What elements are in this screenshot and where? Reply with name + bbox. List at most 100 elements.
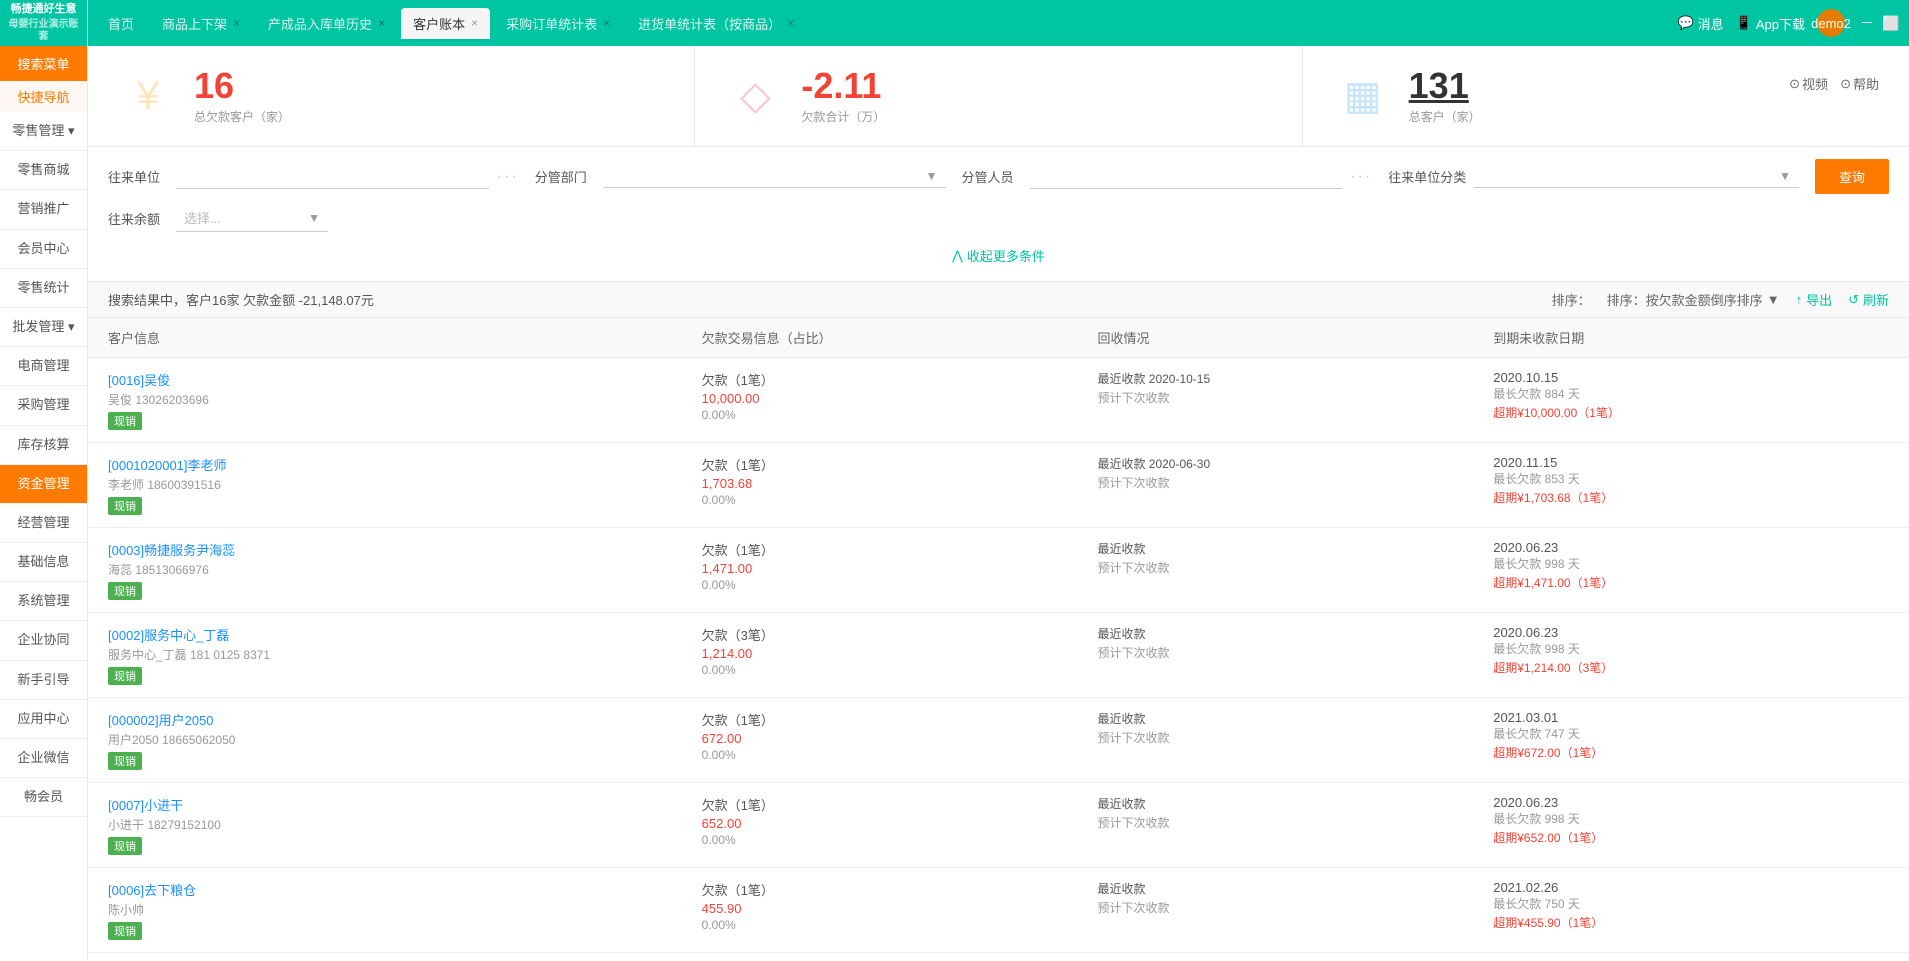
col-customer-info: 客户信息 <box>108 328 702 347</box>
overdue-amount[interactable]: 超期¥1,214.00（3笔） <box>1493 659 1889 676</box>
tab-product-offshelf[interactable]: 商品上下架 × <box>150 8 252 39</box>
return-next: 预计下次收款 <box>1097 899 1493 916</box>
avatar[interactable]: demo2 <box>1817 9 1845 37</box>
debt-total-num: -2.11 <box>801 68 885 104</box>
sidebar-item-basic-info[interactable]: 基础信息 <box>0 543 87 582</box>
overdue-amount[interactable]: 超期¥455.90（1笔） <box>1493 914 1889 931</box>
return-next: 预计下次收款 <box>1097 814 1493 831</box>
tab-stock-stats[interactable]: 进货单统计表（按商品） × <box>626 8 806 39</box>
filter-unit-category: 往来单位分类 ▼ <box>1388 165 1799 188</box>
results-right: 排序： 排序：按欠款金额倒序排序 ▼ ↑ 导出 ↺ 刷新 <box>1552 290 1889 309</box>
sidebar-item-purchase-manage[interactable]: 采购管理 <box>0 386 87 425</box>
sidebar-item-vip-member[interactable]: 畅会员 <box>0 778 87 817</box>
person-input[interactable] <box>1030 165 1343 189</box>
stat-info-total-customers: 131 总客户（家） <box>1409 68 1481 125</box>
sidebar-item-retail-stats[interactable]: 零售统计 <box>0 269 87 308</box>
customer-name-link[interactable]: [0003]畅捷服务尹海蕊 <box>108 543 235 558</box>
sidebar-item-batch-manage[interactable]: 批发管理 ▾ <box>0 308 87 347</box>
sidebar-item-newbie[interactable]: 新手引导 <box>0 661 87 700</box>
sort-button[interactable]: 排序：按欠款金额倒序排序 ▼ <box>1607 290 1780 309</box>
search-menu-button[interactable]: 搜索菜单 <box>0 46 87 81</box>
customer-name-link[interactable]: [0006]去下粮仓 <box>108 883 196 898</box>
debt-amount: 652.00 <box>702 816 1098 831</box>
stat-info-debt-total: -2.11 欠款合计（万） <box>801 68 885 125</box>
quick-nav[interactable]: 快捷导航 <box>0 81 87 112</box>
tab-customer-account[interactable]: 客户账本 × <box>401 8 490 39</box>
dept-select[interactable]: ▼ <box>603 165 946 188</box>
overdue-days: 最长欠款 998 天 <box>1493 810 1889 827</box>
sidebar-item-member[interactable]: 会员中心 <box>0 230 87 269</box>
tab-home[interactable]: 首页 <box>96 8 146 39</box>
close-icon[interactable]: × <box>471 16 478 30</box>
debt-pct: 0.00% <box>702 833 1098 847</box>
overdue-amount[interactable]: 超期¥1,471.00（1笔） <box>1493 574 1889 591</box>
sidebar-item-corp-wechat[interactable]: 企业微信 <box>0 739 87 778</box>
debt-pct: 0.00% <box>702 578 1098 592</box>
overdue-amount[interactable]: 超期¥672.00（1笔） <box>1493 744 1889 761</box>
customer-name-link[interactable]: [0002]服务中心_丁磊 <box>108 628 229 643</box>
customer-name-link[interactable]: [0007]小进干 <box>108 798 183 813</box>
customer-name-link[interactable]: [0001020001]李老师 <box>108 458 227 473</box>
export-icon: ↑ <box>1796 292 1803 307</box>
close-icon[interactable]: × <box>233 16 240 30</box>
overdue-amount[interactable]: 超期¥652.00（1笔） <box>1493 829 1889 846</box>
due-date-value: 2020.06.23 <box>1493 795 1889 810</box>
chevron-up-icon: ⋀ <box>952 248 963 264</box>
query-button[interactable]: 查询 <box>1815 159 1889 194</box>
export-button[interactable]: ↑ 导出 <box>1796 290 1833 309</box>
overdue-amount[interactable]: 超期¥10,000.00（1笔） <box>1493 404 1889 421</box>
due-date-value: 2021.03.01 <box>1493 710 1889 725</box>
overdue-amount[interactable]: 超期¥1,703.68（1笔） <box>1493 489 1889 506</box>
maximize-icon[interactable]: ⬜ <box>1881 13 1901 33</box>
collapse-button[interactable]: ⋀ 收起更多条件 <box>108 242 1889 269</box>
close-icon[interactable]: × <box>603 16 610 30</box>
tab-product-instock[interactable]: 产成品入库单历史 × <box>256 8 397 39</box>
customer-info-cell: [0001020001]李老师 李老师 18600391516 现销 <box>108 455 702 515</box>
source-unit-dots-icon[interactable]: ··· <box>497 168 519 186</box>
video-button[interactable]: ⊙ 视频 <box>1789 74 1828 93</box>
filter-area: 往来单位 ··· 分管部门 ▼ 分管人员 ··· 往来 <box>88 147 1909 282</box>
customer-name-link[interactable]: [0016]吴俊 <box>108 373 170 388</box>
stat-card-debt-total: ◇ -2.11 欠款合计（万） <box>695 46 1302 146</box>
filter-row-2: 往来余额 选择... ▼ <box>108 204 1889 232</box>
source-unit-label: 往来单位 <box>108 167 168 186</box>
customer-name-link[interactable]: [000002]用户2050 <box>108 713 214 728</box>
app-download-button[interactable]: 📱 App下载 <box>1736 14 1805 33</box>
help-button[interactable]: ⊙ 帮助 <box>1840 74 1879 93</box>
due-date-value: 2021.02.26 <box>1493 880 1889 895</box>
person-dots-icon[interactable]: ··· <box>1350 168 1372 186</box>
close-icon[interactable]: × <box>378 16 385 30</box>
sidebar-item-corp-collab[interactable]: 企业协同 <box>0 621 87 660</box>
close-icon[interactable]: × <box>787 16 794 30</box>
sidebar-item-retail-mall[interactable]: 零售商城 <box>0 151 87 190</box>
sidebar-item-retail-manage[interactable]: 零售管理 ▾ <box>0 112 87 151</box>
chevron-down-icon: ▼ <box>926 169 938 183</box>
tab-purchase-order-stats[interactable]: 采购订单统计表 × <box>494 8 622 39</box>
unit-category-select[interactable]: ▼ <box>1474 165 1799 188</box>
table-row: [0006]去下粮仓 陈小帅 现销 欠款（1笔） 455.90 0.00% 最近… <box>88 868 1909 953</box>
topbar: 首页 商品上下架 × 产成品入库单历史 × 客户账本 × 采购订单统计表 × 进… <box>88 0 1909 46</box>
due-date-cell: 2020.10.15 最长欠款 884 天 超期¥10,000.00（1笔） <box>1493 370 1889 421</box>
sidebar-item-finance[interactable]: 资金管理 <box>0 465 87 504</box>
customer-info-cell: [0003]畅捷服务尹海蕊 海蕊 18513066976 现销 <box>108 540 702 600</box>
sidebar-item-ecom-manage[interactable]: 电商管理 <box>0 347 87 386</box>
debt-pct: 0.00% <box>702 748 1098 762</box>
debt-amount: 10,000.00 <box>702 391 1098 406</box>
refresh-button[interactable]: ↺ 刷新 <box>1848 290 1889 309</box>
minimize-icon[interactable]: － <box>1857 13 1877 33</box>
sidebar-item-label: 营销推广 <box>17 200 69 218</box>
filter-source-unit: 往来单位 ··· <box>108 165 519 189</box>
table-row: [0016]吴俊 吴俊 13026203696 现销 欠款（1笔） 10,000… <box>88 358 1909 443</box>
stat-card-debt-customers: ¥ 16 总欠款客户（家） <box>88 46 695 146</box>
balance-select[interactable]: 选择... ▼ <box>176 204 328 232</box>
sidebar-item-marketing[interactable]: 营销推广 <box>0 190 87 229</box>
source-unit-input[interactable] <box>176 165 489 189</box>
sidebar-item-stock-check[interactable]: 库存核算 <box>0 426 87 465</box>
sidebar-item-sys-manage[interactable]: 系统管理 <box>0 582 87 621</box>
sidebar-item-app-center[interactable]: 应用中心 <box>0 700 87 739</box>
message-button[interactable]: 💬 消息 <box>1677 14 1723 33</box>
return-info-cell: 最近收款 预计下次收款 <box>1097 880 1493 916</box>
sidebar-nav: 零售管理 ▾ 零售商城 营销推广 会员中心 零售统计 批发管理 ▾ 电商管理 采… <box>0 112 87 961</box>
sidebar-item-biz-manage[interactable]: 经营管理 <box>0 504 87 543</box>
col-return: 回收情况 <box>1097 328 1493 347</box>
